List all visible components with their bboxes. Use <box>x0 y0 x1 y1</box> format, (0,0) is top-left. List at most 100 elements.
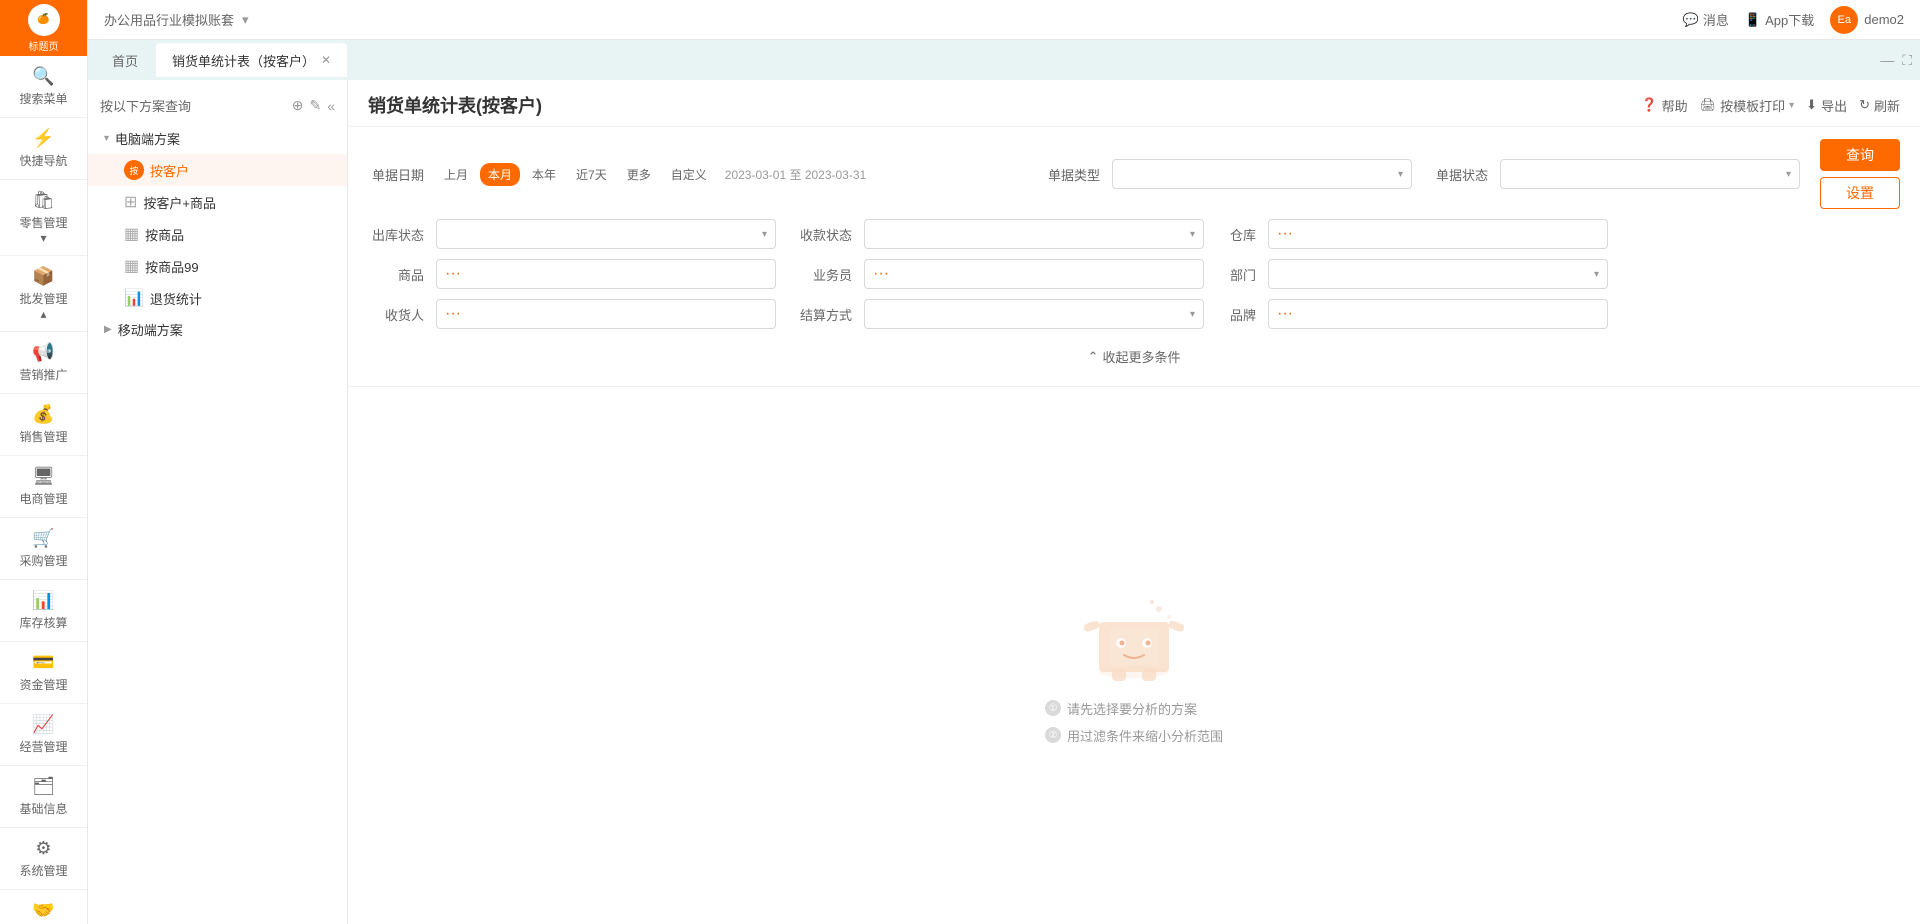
goods-select[interactable]: ··· <box>436 259 776 289</box>
left-panel-header: 按以下方案查询 ⊕ ✎ « <box>88 88 347 123</box>
empty-hints: ① 请先选择要分析的方案 ② 用过滤条件来缩小分析范围 <box>1045 699 1223 745</box>
sidebar-item-sales[interactable]: 💰 销售管理 <box>0 394 87 456</box>
salesman-placeholder: ··· <box>873 265 889 283</box>
settings-button[interactable]: 设置 <box>1820 177 1900 209</box>
industry-dropdown-icon[interactable]: ▾ <box>242 12 249 28</box>
tab-bar: 首页 销货单统计表（按客户） ✕ — ⛶ <box>88 40 1920 80</box>
left-panel-actions: ⊕ ✎ « <box>292 97 335 114</box>
empty-hint-1: ① 请先选择要分析的方案 <box>1045 699 1223 718</box>
help-btn[interactable]: ❓ 帮助 <box>1641 96 1687 115</box>
app-download-btn[interactable]: 📱 App下载 <box>1745 10 1814 29</box>
avatar: Ea <box>1830 6 1858 34</box>
sidebar-item-operations-label: 经营管理 <box>19 738 67 755</box>
receiver-select[interactable]: ··· <box>436 299 776 329</box>
date-tabs: 上月 本月 本年 近7天 更多 自定义 <box>436 163 715 186</box>
tree-child-by-goods[interactable]: ▦ 按商品 <box>88 218 347 250</box>
salesman-select[interactable]: ··· <box>864 259 1204 289</box>
query-button[interactable]: 查询 <box>1820 139 1900 171</box>
date-tab-7days[interactable]: 近7天 <box>568 163 615 186</box>
sidebar-item-nav[interactable]: ⚡ 快捷导航 <box>0 118 87 180</box>
collapse-row[interactable]: ⌃ 收起更多条件 <box>368 339 1900 374</box>
tree-child-returns[interactable]: 📊 退货统计 <box>88 282 347 314</box>
wholesale-expand-icon: ▴ <box>40 307 46 321</box>
department-select[interactable]: ▾ <box>1268 259 1608 289</box>
sidebar-item-retail-label: 零售管理 <box>19 214 67 231</box>
tree-desktop-expand: ▾ <box>104 133 109 144</box>
sidebar-item-basic[interactable]: 🗂 基础信息 <box>0 766 87 828</box>
enterprise-icon: 🤝 <box>32 900 54 921</box>
refresh-btn[interactable]: ↻ 刷新 <box>1859 96 1900 115</box>
tree-desktop-label: 电脑端方案 <box>115 129 180 148</box>
sidebar-item-marketing-label: 营销推广 <box>19 366 67 383</box>
sidebar-item-operations[interactable]: 📈 经营管理 <box>0 704 87 766</box>
add-scheme-icon[interactable]: ⊕ <box>292 97 304 114</box>
collapse-label: 收起更多条件 <box>1102 347 1180 366</box>
download-icon: 📱 <box>1745 12 1761 28</box>
tab-home[interactable]: 首页 <box>96 43 154 77</box>
tab-close-icon[interactable]: ✕ <box>321 53 331 67</box>
user-area[interactable]: Ea demo2 <box>1830 6 1904 34</box>
sidebar-item-finance[interactable]: 💳 资金管理 <box>0 642 87 704</box>
sidebar-item-basic-label: 基础信息 <box>19 800 67 817</box>
edit-scheme-icon[interactable]: ✎ <box>309 97 321 114</box>
sidebar-item-inventory[interactable]: 📊 库存核算 <box>0 580 87 642</box>
logo-area[interactable]: 🍊 标题页 <box>0 0 88 56</box>
message-btn[interactable]: 💬 消息 <box>1683 10 1729 29</box>
tree-desktop[interactable]: ▾ 电脑端方案 <box>88 123 347 154</box>
date-tab-this-month[interactable]: 本月 <box>480 163 520 186</box>
tree-child-goods99[interactable]: ▦ 按商品99 <box>88 250 347 282</box>
warehouse-select[interactable]: ··· <box>1268 219 1608 249</box>
type-label: 单据类型 <box>1036 165 1100 184</box>
collapse-panel-icon[interactable]: « <box>327 98 335 114</box>
tab-minimize-icon[interactable]: — <box>1880 52 1894 68</box>
tab-sales-stat[interactable]: 销货单统计表（按客户） ✕ <box>156 43 347 77</box>
status-dropdown-icon: ▾ <box>1786 169 1791 180</box>
sidebar-item-enterprise[interactable]: 🤝 企业协同 <box>0 890 87 924</box>
main-area: 办公用品行业模拟账套 ▾ 💬 消息 📱 App下载 Ea demo2 首页 <box>88 0 1920 924</box>
sidebar-item-inventory-label: 库存核算 <box>19 614 67 631</box>
receipt-status-select[interactable]: ▾ <box>864 219 1204 249</box>
date-tab-more[interactable]: 更多 <box>619 163 659 186</box>
date-tab-last-month[interactable]: 上月 <box>436 163 476 186</box>
sidebar-item-marketing[interactable]: 📢 营销推广 <box>0 332 87 394</box>
tree-child-customer-goods[interactable]: ⊞ 按客户+商品 <box>88 186 347 218</box>
empty-hint-2: ② 用过滤条件来缩小分析范围 <box>1045 726 1223 745</box>
sidebar-item-purchase[interactable]: 🛒 采购管理 <box>0 518 87 580</box>
tree-child-by-customer[interactable]: 按 按客户 <box>88 154 347 186</box>
sidebar-item-retail[interactable]: 🛍 零售管理 ▾ <box>0 180 87 256</box>
left-panel: 按以下方案查询 ⊕ ✎ « ▾ 电脑端方案 按 按客户 ⊞ 按客 <box>88 80 348 924</box>
status-select[interactable]: ▾ <box>1500 159 1800 189</box>
page-actions: ❓ 帮助 🖨 按模板打印 ▾ ⬇ 导出 ↻ 刷新 <box>1641 96 1900 115</box>
hint-num-2: ② <box>1045 727 1061 743</box>
settlement-label: 结算方式 <box>788 305 852 324</box>
settlement-select[interactable]: ▾ <box>864 299 1204 329</box>
department-dropdown-icon: ▾ <box>1594 269 1599 280</box>
empty-area: ① 请先选择要分析的方案 ② 用过滤条件来缩小分析范围 <box>348 387 1920 924</box>
sidebar-item-ecommerce[interactable]: 🖥 电商管理 <box>0 456 87 518</box>
sidebar-item-search[interactable]: 🔍 搜索菜单 <box>0 56 87 118</box>
tree-child-returns-label: 退货统计 <box>150 289 202 308</box>
tree-mobile-expand: ▶ <box>104 324 112 335</box>
user-name: demo2 <box>1864 12 1904 27</box>
sidebar-item-system[interactable]: ⚙ 系统管理 <box>0 828 87 890</box>
brand-label: 品牌 <box>1216 305 1256 324</box>
date-range-text: 2023-03-01 至 2023-03-31 <box>725 166 866 183</box>
sales-icon: 💰 <box>32 404 54 425</box>
warehouse-placeholder: ··· <box>1277 225 1293 243</box>
date-tab-this-year[interactable]: 本年 <box>524 163 564 186</box>
print-btn[interactable]: 🖨 按模板打印 ▾ <box>1700 96 1795 115</box>
tab-sales-stat-label: 销货单统计表（按客户） <box>172 51 315 70</box>
department-label: 部门 <box>1216 265 1256 284</box>
export-btn[interactable]: ⬇ 导出 <box>1806 96 1847 115</box>
out-status-select[interactable]: ▾ <box>436 219 776 249</box>
tab-maximize-icon[interactable]: ⛶ <box>1902 52 1912 69</box>
brand-select[interactable]: ··· <box>1268 299 1608 329</box>
tree-mobile[interactable]: ▶ 移动端方案 <box>88 314 347 345</box>
print-icon: 🖨 <box>1700 97 1717 113</box>
print-label: 按模板打印 <box>1720 96 1785 115</box>
filter-row-3: 商品 ··· 业务员 ··· 部门 ▾ <box>368 259 1900 289</box>
date-tab-custom[interactable]: 自定义 <box>663 163 715 186</box>
receiver-placeholder: ··· <box>445 305 461 323</box>
sidebar-item-wholesale[interactable]: 📦 批发管理 ▴ <box>0 256 87 332</box>
type-select[interactable]: ▾ <box>1112 159 1412 189</box>
